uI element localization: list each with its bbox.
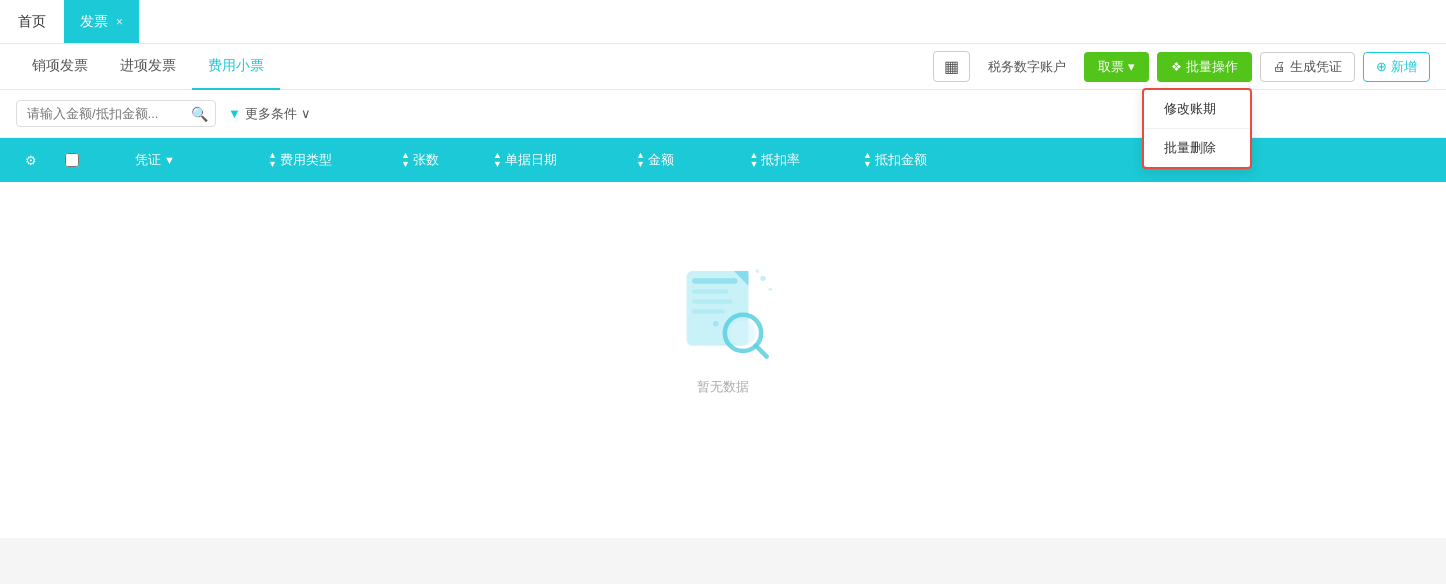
add-button[interactable]: ⊕ 新增 (1363, 52, 1430, 82)
svg-rect-4 (692, 309, 725, 314)
svg-point-9 (760, 276, 765, 281)
batch-dropdown-menu: 修改账期 批量删除 (1142, 88, 1252, 169)
th-voucher[interactable]: 凭证 ▼ (90, 151, 220, 169)
voucher-label: 生成凭证 (1290, 58, 1342, 76)
search-icon: 🔍 (191, 106, 208, 122)
sub-tabs-bar: 销项发票 进项发票 费用小票 ▦ 税务数字账户 取票 ▾ ❖ 批量操作 (0, 44, 1446, 90)
invoice-tab-label: 发票 (80, 13, 108, 31)
add-label: 新增 (1391, 58, 1417, 76)
filter-icon: ▼ (228, 106, 241, 121)
qr-icon: ▦ (944, 57, 959, 76)
empty-state: 暂无数据 (0, 182, 1446, 456)
th-count[interactable]: ▲▼ 张数 (380, 151, 460, 169)
empty-label: 暂无数据 (697, 378, 749, 396)
batch-wrapper: ❖ 批量操作 修改账期 批量删除 (1157, 52, 1252, 82)
sort-arrows-type: ▲▼ (268, 151, 277, 169)
batch-delete-item[interactable]: 批量删除 (1144, 128, 1250, 167)
qr-button[interactable]: ▦ (933, 51, 970, 82)
sort-arrows-deduct: ▲▼ (863, 151, 872, 169)
tab-expense[interactable]: 费用小票 (192, 45, 280, 90)
search-wrap: 🔍 (16, 100, 216, 127)
take-arrow: ▾ (1128, 59, 1135, 74)
more-filter-button[interactable]: ▼ 更多条件 ∨ (228, 105, 311, 123)
svg-line-7 (756, 346, 767, 357)
svg-rect-3 (692, 299, 732, 304)
sub-tabs-right: ▦ 税务数字账户 取票 ▾ ❖ 批量操作 修改账期 批量删除 (933, 51, 1430, 82)
batch-label: 批量操作 (1186, 58, 1238, 76)
th-amount[interactable]: ▲▼ 金额 (590, 151, 720, 169)
sort-arrows-count: ▲▼ (401, 151, 410, 169)
search-input[interactable] (16, 100, 216, 127)
generate-voucher-button[interactable]: 🖨 生成凭证 (1260, 52, 1355, 82)
sort-arrows-rate: ▲▼ (750, 151, 759, 169)
th-type[interactable]: ▲▼ 费用类型 (220, 151, 380, 169)
content-area: ⚙ 凭证 ▼ ▲▼ 费用类型 ▲▼ 张数 ▲▼ 单据日期 ▲▼ 金额 ▲▼ 抵扣… (0, 138, 1446, 538)
th-gear[interactable]: ⚙ (8, 153, 54, 168)
gear-icon: ⚙ (25, 153, 37, 168)
voucher-icon: 🖨 (1273, 59, 1286, 74)
th-date[interactable]: ▲▼ 单据日期 (460, 151, 590, 169)
modify-period-item[interactable]: 修改账期 (1144, 90, 1250, 128)
batch-icon: ❖ (1171, 60, 1182, 74)
svg-rect-1 (692, 278, 737, 283)
svg-point-11 (756, 269, 760, 273)
sub-tabs-left: 销项发票 进项发票 费用小票 (16, 44, 280, 89)
sort-arrows-amount: ▲▼ (636, 151, 645, 169)
empty-icon (668, 262, 778, 362)
top-nav: 首页 发票 × (0, 0, 1446, 44)
more-filter-arrow: ∨ (301, 106, 311, 121)
tab-sales[interactable]: 销项发票 (16, 45, 104, 90)
svg-rect-2 (692, 289, 728, 294)
batch-operation-button[interactable]: ❖ 批量操作 (1157, 52, 1252, 82)
th-checkbox[interactable] (54, 153, 90, 167)
sort-arrows-date: ▲▼ (493, 151, 502, 169)
home-tab[interactable]: 首页 (0, 0, 64, 43)
svg-point-10 (768, 287, 772, 291)
select-all-checkbox[interactable] (65, 153, 79, 167)
th-deduct[interactable]: ▲▼ 抵扣金额 (830, 151, 960, 169)
plus-icon: ⊕ (1376, 59, 1387, 74)
more-filter-label: 更多条件 (245, 105, 297, 123)
tax-account-label: 税务数字账户 (988, 59, 1066, 74)
take-label: 取票 (1098, 58, 1124, 76)
tax-account-button[interactable]: 税务数字账户 (978, 53, 1076, 81)
svg-point-6 (730, 320, 755, 345)
close-tab-button[interactable]: × (116, 15, 123, 29)
filter-icon: ▼ (164, 154, 175, 166)
take-ticket-button[interactable]: 取票 ▾ (1084, 52, 1149, 82)
th-rate[interactable]: ▲▼ 抵扣率 (720, 151, 830, 169)
tab-input[interactable]: 进项发票 (104, 45, 192, 90)
svg-point-8 (713, 321, 718, 326)
invoice-tab[interactable]: 发票 × (64, 0, 139, 43)
